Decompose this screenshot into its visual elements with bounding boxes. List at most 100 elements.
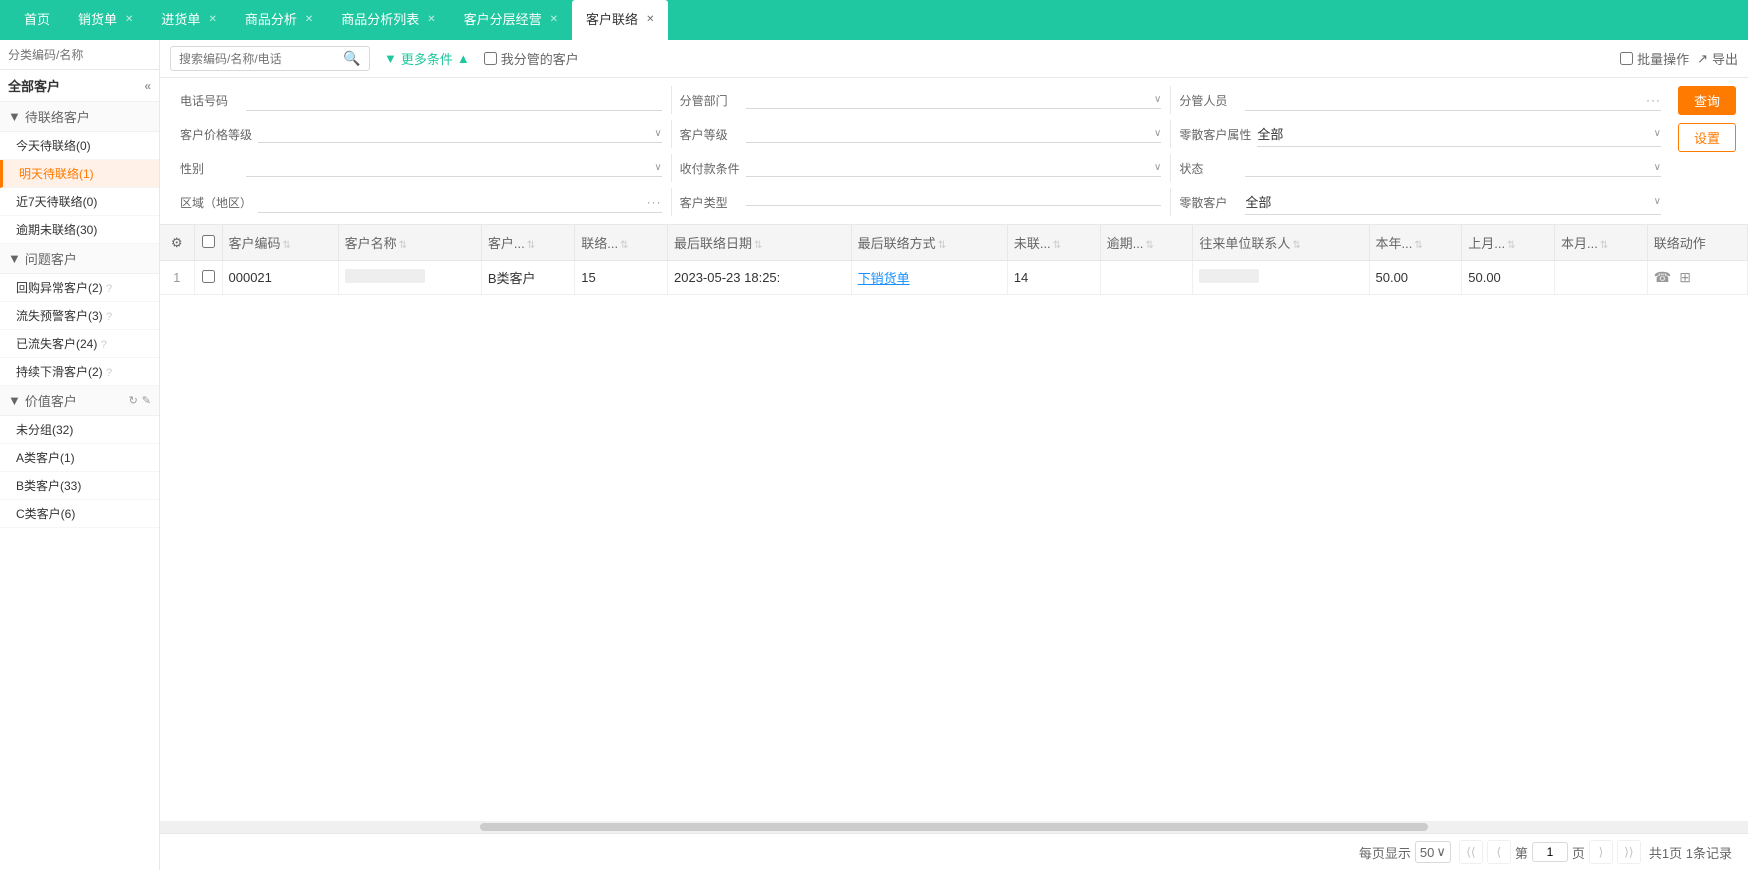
manager-select[interactable]: ··· xyxy=(1245,90,1661,111)
retail-attr-select[interactable]: 全部 ∨ xyxy=(1257,121,1661,147)
sidebar-item-a-type[interactable]: A类客户(1) xyxy=(0,444,159,472)
gender-select[interactable]: ∨ xyxy=(246,159,662,177)
sidebar-item-tomorrow[interactable]: 明天待联络(1) xyxy=(0,160,159,188)
grid-action-icon[interactable]: ⊞ xyxy=(1679,269,1691,286)
price-level-select[interactable]: ∨ xyxy=(258,125,662,143)
batch-button[interactable]: 批量操作 xyxy=(1620,49,1689,68)
collapse-icon: « xyxy=(144,79,151,93)
nav-item-1[interactable]: 进货单 ✕ xyxy=(147,0,230,40)
col-last-month: 上月...⇅ xyxy=(1462,225,1555,261)
chevron-down-icon: ∨ xyxy=(1654,196,1661,207)
chevron-down-icon: ∨ xyxy=(1436,844,1446,860)
col-actions: 联络动作 xyxy=(1647,225,1747,261)
retail-customer-select[interactable]: 全部 ∨ xyxy=(1245,189,1661,215)
close-icon[interactable]: ✕ xyxy=(208,0,216,40)
sidebar-item-c-type[interactable]: C类客户(6) xyxy=(0,500,159,528)
sidebar-item-churn-warning[interactable]: 流失预警客户(3) ? xyxy=(0,302,159,330)
first-page-button[interactable]: ⟨⟨ xyxy=(1459,840,1483,864)
contact-method-link[interactable]: 下销货单 xyxy=(858,271,910,286)
filter-cell-region: 区域（地区） ··· xyxy=(172,192,671,213)
col-this-month: 本月...⇅ xyxy=(1555,225,1648,261)
nav-home[interactable]: 首页 xyxy=(10,0,64,40)
search-button[interactable]: 🔍 xyxy=(343,50,360,67)
contact-count: 15 xyxy=(575,261,668,295)
close-icon[interactable]: ✕ xyxy=(125,0,133,40)
export-button[interactable]: ↗ 导出 xyxy=(1697,49,1738,68)
this-month-amount xyxy=(1555,261,1648,295)
filter-cell-manager: 分管人员 ··· xyxy=(1171,90,1670,111)
my-customers-checkbox[interactable] xyxy=(484,52,497,65)
nav-item-3[interactable]: 商品分析列表 ✕ xyxy=(327,0,449,40)
sidebar-item-7days[interactable]: 近7天待联络(0) xyxy=(0,188,159,216)
customer-level-select[interactable]: ∨ xyxy=(746,125,1162,143)
filter-row-1: 电话号码 分管部门 ∨ 分管人员 xyxy=(172,86,1670,114)
sidebar-search-input[interactable] xyxy=(8,48,160,62)
customer-table: ⚙ 客户编码⇅ 客户名称⇅ 客户...⇅ 联络...⇅ 最后联络日期⇅ 最后联络… xyxy=(160,225,1748,295)
nav-item-5[interactable]: 客户联络 ✕ xyxy=(572,0,668,40)
sidebar: 🔍 全部客户 « ▼ 待联络客户 今天待联络(0) 明天待联络(1) 近7天待联… xyxy=(0,40,160,870)
payment-select[interactable]: ∨ xyxy=(746,159,1162,177)
customer-type: B类客户 xyxy=(481,261,574,295)
filter-cell-status: 状态 ∨ xyxy=(1171,159,1670,177)
prev-page-button[interactable]: ⟨ xyxy=(1487,840,1511,864)
nav-item-4[interactable]: 客户分层经营 ✕ xyxy=(450,0,572,40)
close-icon[interactable]: ✕ xyxy=(646,0,654,40)
refresh-icon[interactable]: ↻ xyxy=(129,394,138,407)
sidebar-group-value[interactable]: ▼ 价值客户 ↻ ✎ xyxy=(0,386,159,416)
scrollbar-thumb[interactable] xyxy=(480,823,1428,831)
filter-button[interactable]: ▼ 更多条件 ▲ xyxy=(378,46,476,71)
sidebar-group-problems[interactable]: ▼ 问题客户 xyxy=(0,244,159,274)
region-select[interactable]: ··· xyxy=(258,192,662,213)
query-button[interactable]: 查询 xyxy=(1678,86,1736,115)
search-input[interactable] xyxy=(179,52,339,66)
close-icon[interactable]: ✕ xyxy=(550,0,558,40)
nav-item-2[interactable]: 商品分析 ✕ xyxy=(231,0,327,40)
my-customers-check: 我分管的客户 xyxy=(484,49,579,68)
phone-input[interactable] xyxy=(246,90,662,111)
row-checkbox[interactable] xyxy=(202,270,215,283)
sidebar-item-repurchase-abnormal[interactable]: 回购异常客户(2) ? xyxy=(0,274,159,302)
col-name: 客户名称⇅ xyxy=(338,225,481,261)
arrow-icon: ▼ xyxy=(8,393,21,408)
col-contacts: 联络...⇅ xyxy=(575,225,668,261)
funnel-icon: ▼ xyxy=(384,51,397,66)
customer-type-select[interactable] xyxy=(746,199,1162,206)
filter-settings-button[interactable]: 设置 xyxy=(1678,123,1736,152)
sidebar-item-today[interactable]: 今天待联络(0) xyxy=(0,132,159,160)
dept-select[interactable]: ∨ xyxy=(746,91,1162,109)
action-icons-cell: ☎ ⊞ xyxy=(1647,261,1747,295)
main-layout: 🔍 全部客户 « ▼ 待联络客户 今天待联络(0) 明天待联络(1) 近7天待联… xyxy=(0,40,1748,870)
sidebar-item-churned[interactable]: 已流失客户(24) ? xyxy=(0,330,159,358)
sidebar-search: 🔍 xyxy=(0,40,159,70)
last-contact-method: 下销货单 xyxy=(851,261,1007,295)
nav-item-0[interactable]: 销货单 ✕ xyxy=(64,0,147,40)
all-customers-item[interactable]: 全部客户 « xyxy=(0,70,159,102)
filter-cell-dept: 分管部门 ∨ xyxy=(672,91,1171,109)
batch-checkbox[interactable] xyxy=(1620,52,1633,65)
sidebar-item-overdue[interactable]: 逾期未联络(30) xyxy=(0,216,159,244)
sidebar-item-declining[interactable]: 持续下滑客户(2) ? xyxy=(0,358,159,386)
customer-name xyxy=(338,261,481,295)
phone-action-icon[interactable]: ☎ xyxy=(1654,269,1671,286)
per-page-select[interactable]: 50 ∨ xyxy=(1415,841,1451,863)
horizontal-scrollbar[interactable] xyxy=(160,821,1748,833)
table-area: ⚙ 客户编码⇅ 客户名称⇅ 客户...⇅ 联络...⇅ 最后联络日期⇅ 最后联络… xyxy=(160,225,1748,821)
edit-icon[interactable]: ✎ xyxy=(142,394,151,407)
sidebar-item-b-type[interactable]: B类客户(33) xyxy=(0,472,159,500)
close-icon[interactable]: ✕ xyxy=(427,0,435,40)
col-this-year: 本年...⇅ xyxy=(1369,225,1462,261)
filter-row-3: 性别 ∨ 收付款条件 ∨ xyxy=(172,154,1670,182)
select-all-checkbox[interactable] xyxy=(202,235,215,248)
settings-col-icon[interactable]: ⚙ xyxy=(171,235,183,250)
sidebar-item-ungrouped[interactable]: 未分组(32) xyxy=(0,416,159,444)
chevron-down-icon: ∨ xyxy=(1654,162,1661,173)
col-settings[interactable]: ⚙ xyxy=(160,225,194,261)
close-icon[interactable]: ✕ xyxy=(305,0,313,40)
right-content: 🔍 ▼ 更多条件 ▲ 我分管的客户 批量操作 ↗ 导出 xyxy=(160,40,1748,870)
last-page-button[interactable]: ⟩⟩ xyxy=(1617,840,1641,864)
last-contact-date: 2023-05-23 18:25: xyxy=(668,261,852,295)
page-input[interactable] xyxy=(1532,842,1568,862)
next-page-button[interactable]: ⟩ xyxy=(1589,840,1613,864)
status-select[interactable]: ∨ xyxy=(1245,159,1661,177)
sidebar-group-pending[interactable]: ▼ 待联络客户 xyxy=(0,102,159,132)
